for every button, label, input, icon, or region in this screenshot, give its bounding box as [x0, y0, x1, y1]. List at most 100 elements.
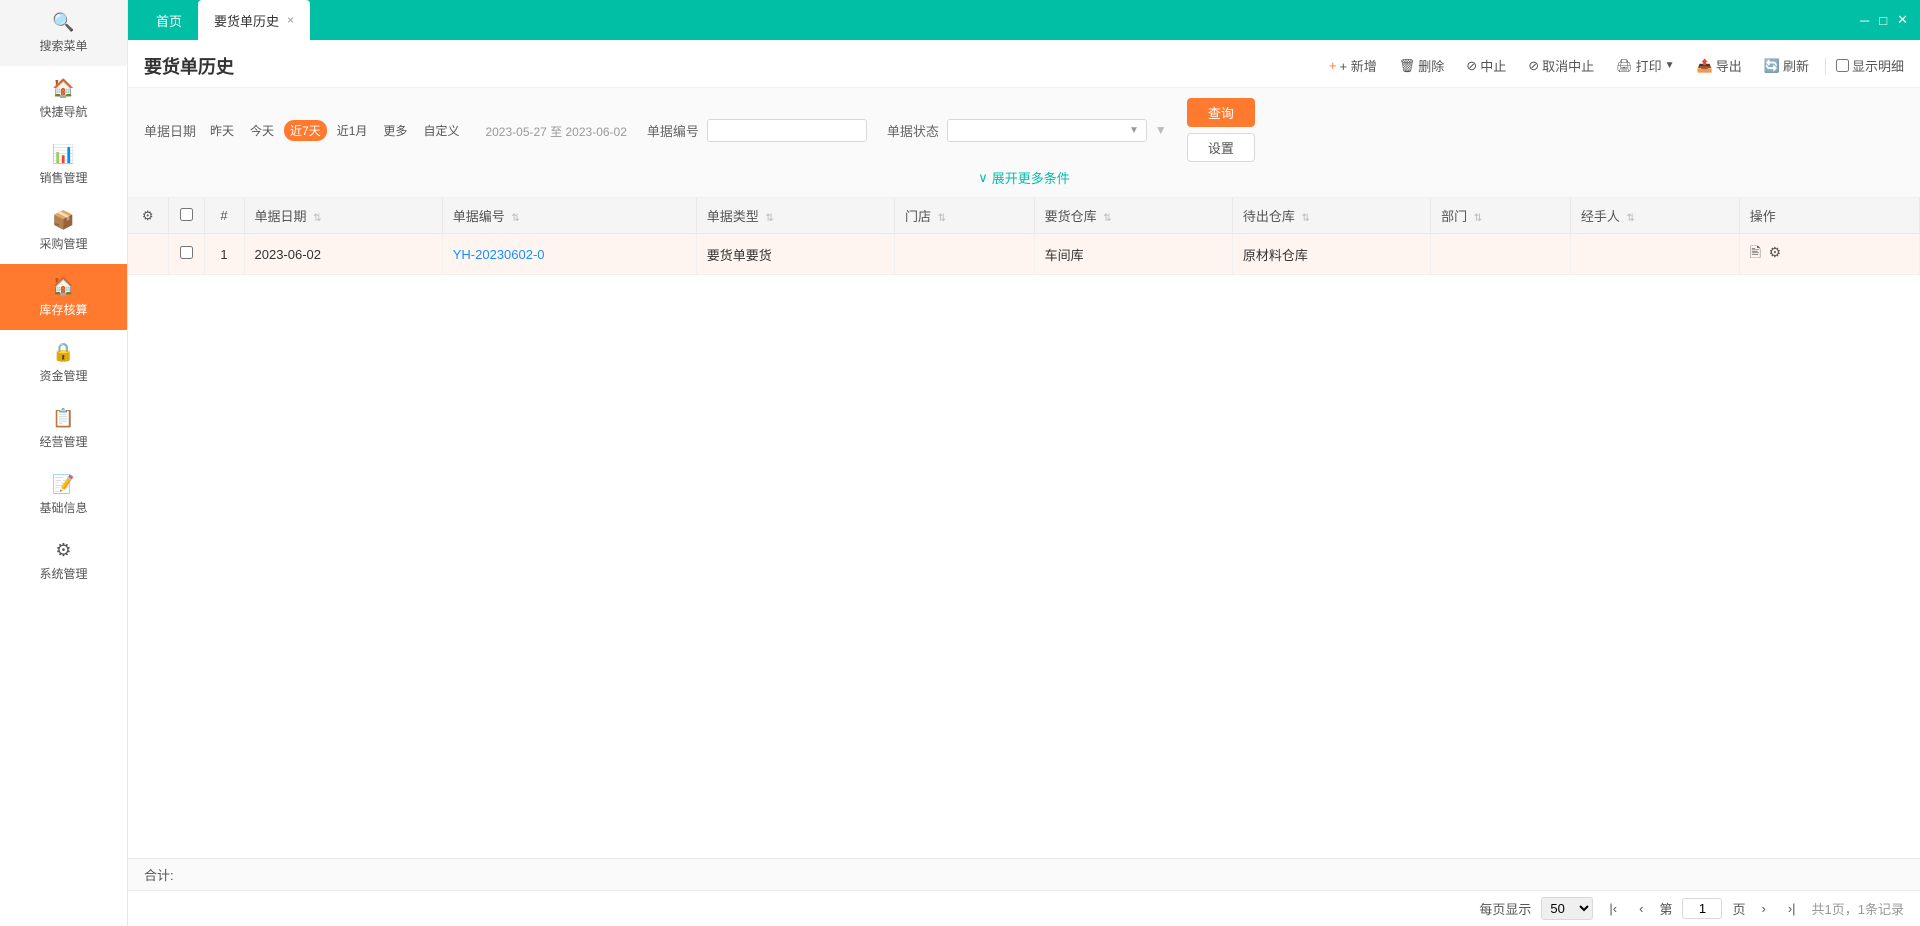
pagination-area: 每页显示 50 10 20 100 |‹ ‹ 第 页 › ›| 共1页，1条记录	[128, 890, 1920, 926]
date-today-btn[interactable]: 今天	[244, 120, 280, 141]
filter-group-status: 单据状态 ▼	[887, 119, 1167, 142]
col-pending-warehouse[interactable]: 待出仓库 ⇅	[1232, 198, 1430, 234]
finance-icon: 🔒	[52, 342, 74, 363]
date-last1month-btn[interactable]: 近1月	[331, 120, 374, 141]
page-prefix: 第	[1659, 899, 1672, 918]
page-title: 要货单历史	[144, 53, 234, 79]
sidebar-item-operations-mgmt[interactable]: 📋 经营管理	[0, 396, 127, 462]
col-doc-number[interactable]: 单据编号 ⇅	[442, 198, 696, 234]
row-op-more-icon[interactable]: ⚙	[1769, 244, 1782, 260]
col-store[interactable]: 门店 ⇅	[894, 198, 1034, 234]
print-button[interactable]: 🖨 打印 ▼	[1610, 52, 1680, 79]
sidebar-item-quick-nav[interactable]: 🏠 快捷导航	[0, 66, 127, 132]
status-label: 单据状态	[887, 121, 939, 140]
tab-home[interactable]: 首页	[140, 0, 198, 40]
row-op-view-icon[interactable]: 🖹	[1750, 244, 1761, 260]
date-filter-label: 单据日期	[144, 121, 196, 140]
date-range-display: 2023-05-27 至 2023-06-02	[485, 121, 626, 140]
first-page-btn[interactable]: |‹	[1603, 899, 1623, 918]
purchase-icon: 📦	[52, 210, 74, 231]
filter-group-date: 单据日期 昨天 今天 近7天 近1月 更多 自定义	[144, 120, 465, 141]
date-custom-btn[interactable]: 自定义	[417, 120, 465, 141]
tab-requisition-history[interactable]: 要货单历史 ×	[198, 0, 310, 40]
print-dropdown-icon: ▼	[1665, 60, 1675, 71]
top-bar-right: ─ □ ✕	[1860, 12, 1908, 28]
next-page-btn[interactable]: ›	[1755, 899, 1771, 918]
col-settings[interactable]: ⚙	[128, 198, 168, 234]
col-handler[interactable]: 经手人 ⇅	[1570, 198, 1739, 234]
sort-doc-type-icon: ⇅	[765, 213, 773, 224]
sort-req-warehouse-icon: ⇅	[1103, 213, 1111, 224]
search-menu-icon: 🔍	[52, 12, 74, 33]
sidebar-item-basic-info[interactable]: 📝 基础信息	[0, 462, 127, 528]
col-operation: 操作	[1739, 198, 1919, 234]
new-button[interactable]: + + 新增	[1323, 52, 1383, 79]
expand-more-btn[interactable]: ∨ 展开更多条件	[144, 168, 1904, 187]
sidebar-item-finance-mgmt[interactable]: 🔒 资金管理	[0, 330, 127, 396]
stop-button[interactable]: ⊘ 中止	[1460, 52, 1512, 79]
per-page-select[interactable]: 50 10 20 100	[1541, 897, 1593, 920]
cancel-stop-icon: ⊘	[1528, 58, 1539, 74]
prev-page-btn[interactable]: ‹	[1633, 899, 1649, 918]
status-select-wrapper	[947, 119, 1147, 142]
row-num: 1	[204, 234, 244, 275]
row-checkbox-cell	[168, 234, 204, 275]
date-more-btn[interactable]: 更多	[377, 120, 413, 141]
date-last7days-btn[interactable]: 近7天	[284, 120, 327, 141]
row-operation: 🖹 ⚙	[1739, 234, 1919, 275]
status-dropdown-icon[interactable]: ▼	[1155, 123, 1167, 137]
maximize-button[interactable]: □	[1879, 13, 1887, 28]
home-icon: 🏠	[52, 78, 74, 99]
print-icon: 🖨	[1616, 58, 1633, 74]
export-button[interactable]: 📤 导出	[1691, 52, 1748, 79]
col-checkbox	[168, 198, 204, 234]
display-cell-input[interactable]	[1836, 59, 1849, 72]
col-department[interactable]: 部门 ⇅	[1431, 198, 1571, 234]
delete-icon: 🗑	[1399, 58, 1416, 74]
row-doc-type: 要货单要货	[696, 234, 894, 275]
row-req-warehouse: 车间库	[1034, 234, 1232, 275]
sidebar-item-inventory[interactable]: 🏠 库存核算	[0, 264, 127, 330]
doc-number-input[interactable]	[707, 119, 867, 142]
col-doc-date[interactable]: 单据日期 ⇅	[244, 198, 442, 234]
delete-button[interactable]: 🗑 删除	[1393, 52, 1451, 79]
row-checkbox[interactable]	[180, 246, 193, 259]
query-button[interactable]: 查询	[1187, 98, 1255, 127]
stop-icon: ⊘	[1466, 58, 1477, 74]
data-table: ⚙ # 单据日期 ⇅ 单据编号 ⇅	[128, 198, 1920, 275]
filter-group-docnum: 单据编号	[647, 119, 867, 142]
row-settings	[128, 234, 168, 275]
doc-number-link[interactable]: YH-20230602-0	[453, 247, 545, 262]
filter-settings-button[interactable]: 设置	[1187, 133, 1255, 162]
display-cell-checkbox[interactable]: 显示明细	[1836, 56, 1904, 75]
col-doc-type[interactable]: 单据类型 ⇅	[696, 198, 894, 234]
new-icon: +	[1329, 58, 1337, 73]
sidebar-item-search-menu[interactable]: 🔍 搜索菜单	[0, 0, 127, 66]
filter-row-main: 单据日期 昨天 今天 近7天 近1月 更多 自定义 2023-05-27 至 2…	[144, 98, 1904, 162]
col-req-warehouse[interactable]: 要货仓库 ⇅	[1034, 198, 1232, 234]
status-input[interactable]	[947, 119, 1147, 142]
sort-doc-date-icon: ⇅	[313, 213, 321, 224]
toolbar: + + 新增 🗑 删除 ⊘ 中止 ⊘ 取消中止 🖨 打印	[1323, 52, 1904, 79]
last-page-btn[interactable]: ›|	[1782, 899, 1802, 918]
doc-number-label: 单据编号	[647, 121, 699, 140]
select-all-checkbox[interactable]	[180, 208, 193, 221]
minimize-button[interactable]: ─	[1860, 13, 1869, 28]
close-button[interactable]: ✕	[1897, 12, 1908, 28]
sort-pending-warehouse-icon: ⇅	[1302, 213, 1310, 224]
row-doc-date: 2023-06-02	[244, 234, 442, 275]
inventory-icon: 🏠	[52, 276, 74, 297]
tab-close-icon[interactable]: ×	[287, 13, 294, 27]
page-number-input[interactable]	[1682, 898, 1722, 919]
sort-handler-icon: ⇅	[1626, 213, 1634, 224]
date-yesterday-btn[interactable]: 昨天	[204, 120, 240, 141]
sidebar-item-purchase-mgmt[interactable]: 📦 采购管理	[0, 198, 127, 264]
system-icon: ⚙	[55, 540, 71, 561]
refresh-button[interactable]: 🔄 刷新	[1758, 52, 1815, 79]
total-info: 共1页，1条记录	[1812, 899, 1904, 918]
sidebar-item-system-mgmt[interactable]: ⚙ 系统管理	[0, 528, 127, 594]
cancel-stop-button[interactable]: ⊘ 取消中止	[1522, 52, 1600, 79]
sidebar-item-sales-mgmt[interactable]: 📊 销售管理	[0, 132, 127, 198]
date-shortcuts: 昨天 今天 近7天 近1月 更多 自定义	[204, 120, 465, 141]
operations-icon: 📋	[52, 408, 74, 429]
